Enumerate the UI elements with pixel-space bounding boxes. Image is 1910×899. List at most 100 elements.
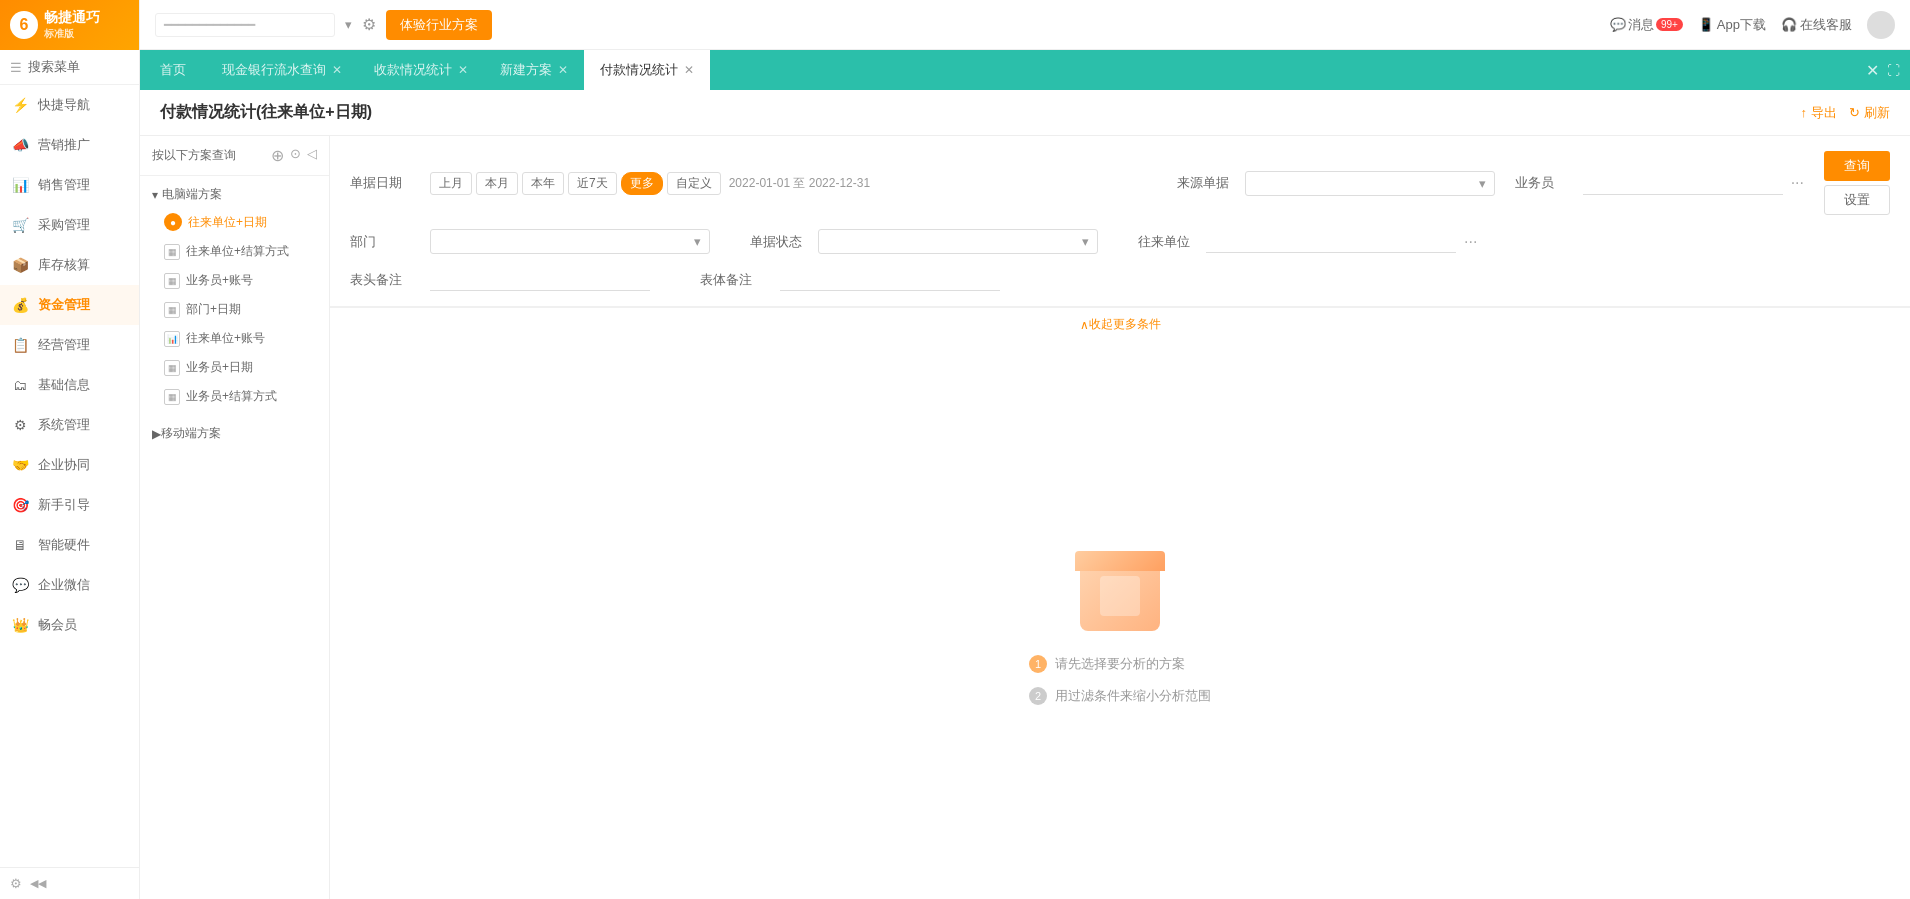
nav-icon-operation: 📋: [10, 335, 30, 355]
mobile-scheme-group: ▶ 移动端方案: [140, 417, 329, 450]
filter-row-1: 单据日期 上月 本月 本年 近7天 更多 自定义 2022-01-01 至 20…: [350, 151, 1890, 215]
body-note-input[interactable]: [780, 268, 1000, 291]
scheme-header-label: 按以下方案查询: [152, 147, 236, 164]
sidebar-item-inventory[interactable]: 📦库存核算: [0, 245, 139, 285]
scheme-settings-icon[interactable]: ⊙: [290, 146, 301, 165]
sidebar-item-purchase[interactable]: 🛒采购管理: [0, 205, 139, 245]
unit-more-icon[interactable]: ···: [1464, 233, 1477, 251]
nav-icon-basic: 🗂: [10, 375, 30, 395]
tab-close-new-plan[interactable]: ✕: [558, 63, 568, 77]
sidebar-item-wechat[interactable]: 💬企业微信: [0, 565, 139, 605]
topbar: ━━━━━━━━━━━━━ ▾ ⚙ 体验行业方案 💬 消息 99+ 📱 App下…: [140, 0, 1910, 50]
sidebar-footer: ⚙ ◀◀: [0, 867, 139, 899]
sidebar-item-quick-nav[interactable]: ⚡快捷导航: [0, 85, 139, 125]
sidebar-item-operation[interactable]: 📋 经营管理: [0, 325, 139, 365]
sidebar: 6 畅捷通巧 标准版 ☰ 搜索菜单 ⚡快捷导航📣营销推广📊销售管理🛒采购管理📦库…: [0, 0, 140, 899]
nav-icon-finance: 💰: [10, 295, 30, 315]
sidebar-item-finance[interactable]: 💰资金管理: [0, 285, 139, 325]
sidebar-header: 6 畅捷通巧 标准版: [0, 0, 139, 50]
logo-text: 畅捷通巧: [44, 9, 100, 27]
nav-icon-hardware: 🖥: [10, 535, 30, 555]
date-more[interactable]: 更多: [621, 172, 663, 195]
pc-group-title[interactable]: ▾ 电脑端方案: [140, 182, 329, 207]
expand-icon[interactable]: ⛶: [1887, 63, 1900, 78]
refresh-button[interactable]: ↻ 刷新: [1849, 104, 1890, 122]
setting-button[interactable]: 设置: [1824, 185, 1890, 215]
app-download-btn[interactable]: 📱 App下载: [1698, 16, 1766, 34]
nav-items: ⚡快捷导航📣营销推广📊销售管理🛒采购管理📦库存核算💰资金管理 📋 经营管理 🗂基础信息…: [0, 85, 139, 645]
scheme-item-unit-settle[interactable]: ▦往来单位+结算方式: [140, 237, 329, 266]
date-last-month[interactable]: 上月: [430, 172, 472, 195]
logo-area: 畅捷通巧 标准版: [44, 9, 100, 41]
user-avatar[interactable]: [1867, 11, 1895, 39]
nav-icon-quick-nav: ⚡: [10, 95, 30, 115]
address-dropdown[interactable]: ▾: [345, 17, 352, 32]
tab-home[interactable]: 首页: [140, 50, 206, 90]
sidebar-item-basic[interactable]: 🗂基础信息: [0, 365, 139, 405]
close-window-icon[interactable]: ✕: [1866, 61, 1879, 80]
query-button[interactable]: 查询: [1824, 151, 1890, 181]
sidebar-item-enterprise[interactable]: 🤝企业协同: [0, 445, 139, 485]
tabbar: 首页现金银行流水查询✕收款情况统计✕新建方案✕付款情况统计✕ ✕ ⛶: [140, 50, 1910, 90]
header-note-label: 表头备注: [350, 271, 410, 289]
date-this-year[interactable]: 本年: [522, 172, 564, 195]
nav-icon-purchase: 🛒: [10, 215, 30, 235]
scheme-item-unit-date[interactable]: ●往来单位+日期: [140, 207, 329, 237]
tab-close-payment[interactable]: ✕: [684, 63, 694, 77]
sidebar-item-system[interactable]: ⚙系统管理: [0, 405, 139, 445]
doc-status-select[interactable]: ▾: [818, 229, 1098, 254]
date-custom[interactable]: 自定义: [667, 172, 721, 195]
scheme-item-unit-account[interactable]: 📊往来单位+账号: [140, 324, 329, 353]
scheme-item-staff-settle[interactable]: ▦业务员+结算方式: [140, 382, 329, 411]
dept-arrow-icon: ▾: [694, 234, 701, 249]
sidebar-item-hardware[interactable]: 🖥智能硬件: [0, 525, 139, 565]
group-arrow-icon: ▾: [152, 188, 158, 202]
add-scheme-icon[interactable]: ⊕: [271, 146, 284, 165]
settings-icon[interactable]: ⚙: [10, 876, 22, 891]
tab-label-bank: 现金银行流水查询: [222, 61, 326, 79]
date-this-month[interactable]: 本月: [476, 172, 518, 195]
search-menu[interactable]: ☰ 搜索菜单: [0, 50, 139, 85]
export-button[interactable]: ↑ 导出: [1801, 104, 1838, 122]
tab-new-plan[interactable]: 新建方案 ✕: [484, 50, 584, 90]
collapse-icon[interactable]: ◀◀: [30, 877, 46, 890]
scheme-item-dept-date[interactable]: ▦部门+日期: [140, 295, 329, 324]
nav-label-operation: 经营管理: [38, 336, 90, 354]
gear-icon[interactable]: ⚙: [362, 15, 376, 34]
header-note-input[interactable]: [430, 268, 650, 291]
sidebar-item-guide[interactable]: 🎯新手引导: [0, 485, 139, 525]
message-icon: 💬: [1610, 17, 1626, 32]
tab-close-receivable[interactable]: ✕: [458, 63, 468, 77]
online-service-btn[interactable]: 🎧 在线客服: [1781, 16, 1852, 34]
tab-label-new-plan: 新建方案: [500, 61, 552, 79]
scheme-item-staff-account[interactable]: ▦业务员+账号: [140, 266, 329, 295]
staff-more-icon[interactable]: ···: [1791, 174, 1804, 192]
staff-input[interactable]: [1583, 172, 1783, 195]
collapse-bar[interactable]: ∧ 收起更多条件: [330, 307, 1910, 341]
tab-receivable[interactable]: 收款情况统计✕: [358, 50, 484, 90]
content-area: 按以下方案查询 ⊕ ⊙ ◁ ▾ 电脑端方案 ●往来单位+日期▦往来单位+结算方式…: [140, 136, 1910, 899]
tab-close-bank[interactable]: ✕: [332, 63, 342, 77]
page-content: 付款情况统计(往来单位+日期) ↑ 导出 ↻ 刷新 按以下方案查询 ⊕: [140, 90, 1910, 899]
source-select[interactable]: ▾: [1245, 171, 1495, 196]
tab-bank[interactable]: 现金银行流水查询 ✕: [206, 50, 358, 90]
sidebar-item-member[interactable]: 👑畅会员: [0, 605, 139, 645]
nav-label-sales: 销售管理: [38, 176, 90, 194]
date-7days[interactable]: 近7天: [568, 172, 617, 195]
doc-status-label: 单据状态: [750, 233, 810, 251]
sidebar-item-sales[interactable]: 📊销售管理: [0, 165, 139, 205]
page-header: 付款情况统计(往来单位+日期) ↑ 导出 ↻ 刷新: [140, 90, 1910, 136]
messages-btn[interactable]: 💬 消息 99+: [1610, 16, 1683, 34]
tab-payment[interactable]: 付款情况统计✕: [584, 50, 710, 90]
scheme-item-staff-date[interactable]: ▦业务员+日期: [140, 353, 329, 382]
mobile-group-title[interactable]: ▶ 移动端方案: [140, 421, 329, 446]
address-bar[interactable]: ━━━━━━━━━━━━━: [155, 13, 335, 37]
trial-button[interactable]: 体验行业方案: [386, 10, 492, 40]
unit-input[interactable]: [1206, 230, 1456, 253]
dept-select[interactable]: ▾: [430, 229, 710, 254]
main-area: ━━━━━━━━━━━━━ ▾ ⚙ 体验行业方案 💬 消息 99+ 📱 App下…: [140, 0, 1910, 899]
collapse-panel-icon[interactable]: ◁: [307, 146, 317, 165]
search-menu-label: 搜索菜单: [28, 58, 80, 76]
date-range-display: 2022-01-01 至 2022-12-31: [729, 175, 870, 192]
sidebar-item-marketing[interactable]: 📣营销推广: [0, 125, 139, 165]
